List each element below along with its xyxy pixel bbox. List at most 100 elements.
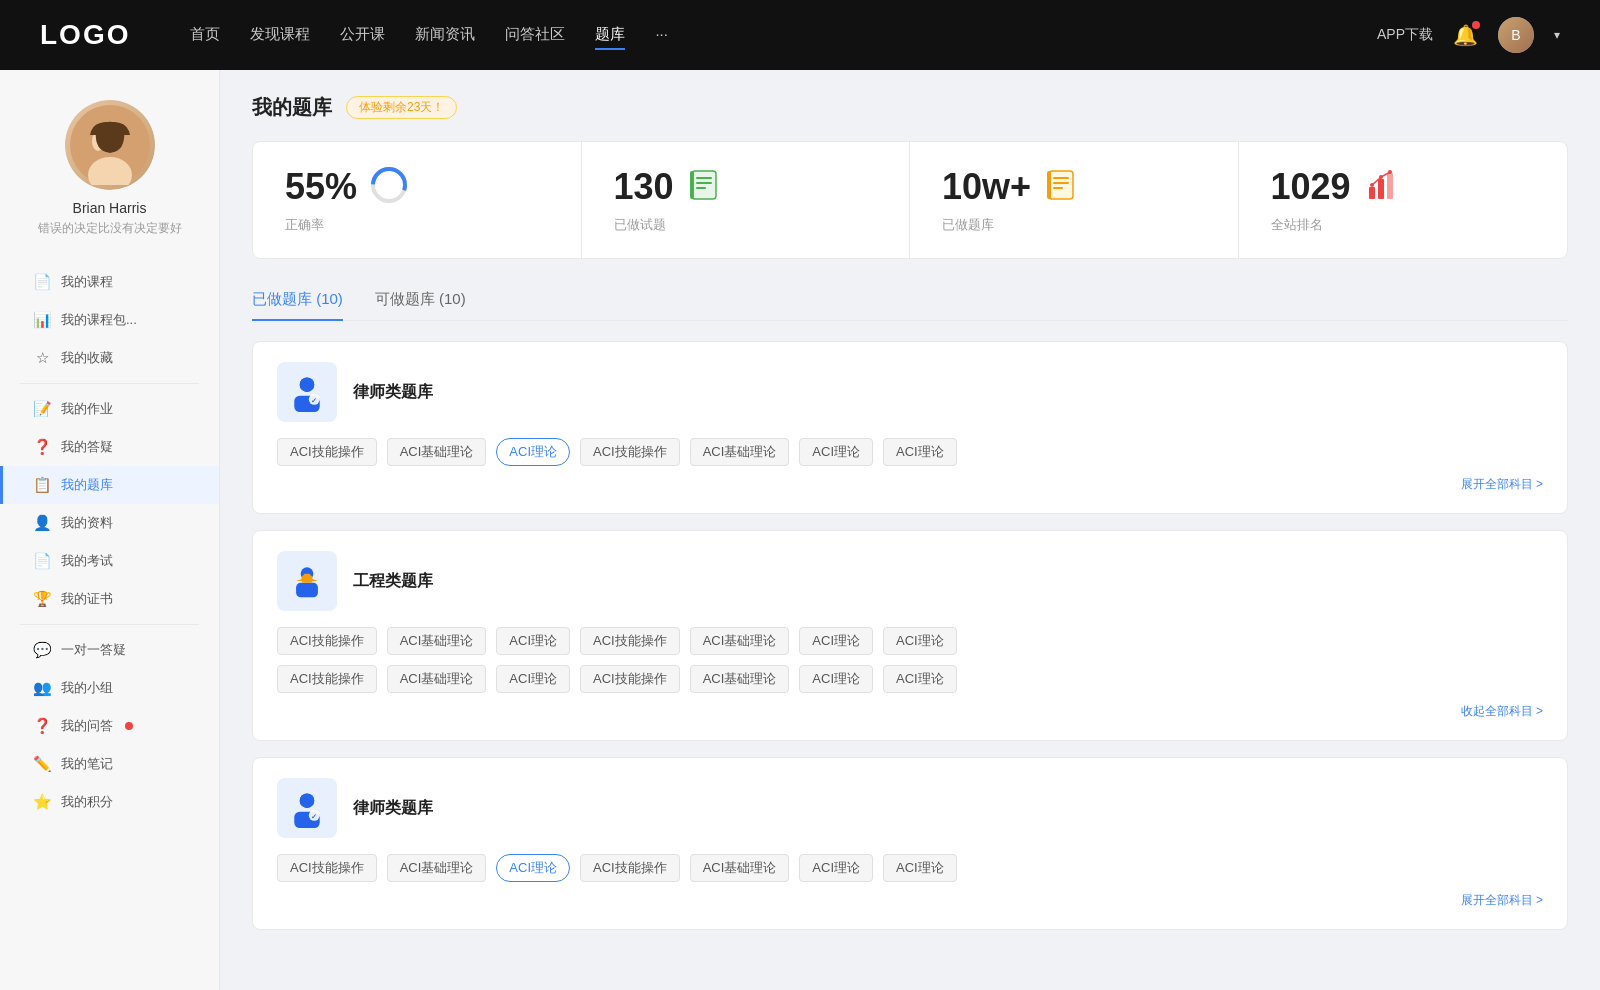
sidebar-item-my-courses[interactable]: 📄 我的课程	[0, 263, 219, 301]
svg-point-21	[1370, 183, 1374, 187]
l2-tag-6[interactable]: ACI理论	[883, 854, 957, 882]
profile-chevron-icon[interactable]: ▾	[1554, 28, 1560, 42]
certificate-icon: 🏆	[33, 590, 51, 608]
expand-lawyer-1[interactable]: 展开全部科目 >	[277, 476, 1543, 493]
nav-discover[interactable]: 发现课程	[250, 21, 310, 50]
questions-label: 已做试题	[614, 216, 878, 234]
sidebar-item-certificate[interactable]: 🏆 我的证书	[0, 580, 219, 618]
main-layout: Brian Harris 错误的决定比没有决定要好 📄 我的课程 📊 我的课程包…	[0, 0, 1600, 990]
bank-card-lawyer-1: ✓ 律师类题库 ACI技能操作 ACI基础理论 ACI理论 ACI技能操作 AC…	[252, 341, 1568, 514]
eng-tag-1[interactable]: ACI基础理论	[387, 627, 487, 655]
bank-tags-engineer: ACI技能操作 ACI基础理论 ACI理论 ACI技能操作 ACI基础理论 AC…	[277, 627, 1543, 655]
nav-qa[interactable]: 问答社区	[505, 21, 565, 50]
l2-tag-2[interactable]: ACI理论	[496, 854, 570, 882]
app-download-button[interactable]: APP下载	[1377, 26, 1433, 44]
bank-name-lawyer-2: 律师类题库	[353, 798, 433, 819]
eng-tag-3[interactable]: ACI技能操作	[580, 627, 680, 655]
svg-rect-19	[1378, 179, 1384, 199]
eng-tag-9[interactable]: ACI理论	[496, 665, 570, 693]
nav-links: 首页 发现课程 公开课 新闻资讯 问答社区 题库 ···	[190, 21, 1377, 50]
tag-4[interactable]: ACI基础理论	[690, 438, 790, 466]
sidebar-item-points[interactable]: ⭐ 我的积分	[0, 783, 219, 821]
nav-open-course[interactable]: 公开课	[340, 21, 385, 50]
eng-tag-6[interactable]: ACI理论	[883, 627, 957, 655]
l2-tag-4[interactable]: ACI基础理论	[690, 854, 790, 882]
sidebar-divider-2	[20, 624, 199, 625]
l2-tag-3[interactable]: ACI技能操作	[580, 854, 680, 882]
qa-icon: ❓	[33, 438, 51, 456]
tag-0[interactable]: ACI技能操作	[277, 438, 377, 466]
sidebar-item-exam[interactable]: 📄 我的考试	[0, 542, 219, 580]
tag-6[interactable]: ACI理论	[883, 438, 957, 466]
lawyer2-icon: ✓	[277, 778, 337, 838]
eng-tag-4[interactable]: ACI基础理论	[690, 627, 790, 655]
eng-tag-5[interactable]: ACI理论	[799, 627, 873, 655]
eng-tag-12[interactable]: ACI理论	[799, 665, 873, 693]
eng-tag-13[interactable]: ACI理论	[883, 665, 957, 693]
nav-right: APP下载 🔔 B ▾	[1377, 17, 1560, 53]
eng-tag-7[interactable]: ACI技能操作	[277, 665, 377, 693]
sidebar-item-qa[interactable]: ❓ 我的答疑	[0, 428, 219, 466]
eng-tag-8[interactable]: ACI基础理论	[387, 665, 487, 693]
stat-questions-top: 130	[614, 166, 878, 208]
rank-label: 全站排名	[1271, 216, 1536, 234]
sidebar: Brian Harris 错误的决定比没有决定要好 📄 我的课程 📊 我的课程包…	[0, 70, 220, 990]
bank-tags-lawyer-2: ACI技能操作 ACI基础理论 ACI理论 ACI技能操作 ACI基础理论 AC…	[277, 854, 1543, 882]
tab-available[interactable]: 可做题库 (10)	[375, 280, 466, 321]
svg-point-34	[300, 793, 315, 808]
eng-tag-10[interactable]: ACI技能操作	[580, 665, 680, 693]
sidebar-item-course-packages[interactable]: 📊 我的课程包...	[0, 301, 219, 339]
notification-bell[interactable]: 🔔	[1453, 23, 1478, 47]
rank-value: 1029	[1271, 166, 1351, 208]
user-avatar[interactable]: B	[1498, 17, 1534, 53]
sidebar-item-favorites[interactable]: ☆ 我的收藏	[0, 339, 219, 377]
sidebar-item-homework[interactable]: 📝 我的作业	[0, 390, 219, 428]
profile-icon: 👤	[33, 514, 51, 532]
accuracy-label: 正确率	[285, 216, 549, 234]
exam-icon: 📄	[33, 552, 51, 570]
tag-1[interactable]: ACI基础理论	[387, 438, 487, 466]
bar-chart-icon	[1365, 169, 1397, 205]
sidebar-item-groups[interactable]: 👥 我的小组	[0, 669, 219, 707]
svg-rect-15	[1053, 182, 1069, 184]
avatar	[65, 100, 155, 190]
l2-tag-0[interactable]: ACI技能操作	[277, 854, 377, 882]
navbar: LOGO 首页 发现课程 公开课 新闻资讯 问答社区 题库 ··· APP下载 …	[0, 0, 1600, 70]
my-qa-icon: ❓	[33, 717, 51, 735]
l2-tag-1[interactable]: ACI基础理论	[387, 854, 487, 882]
sidebar-item-profile[interactable]: 👤 我的资料	[0, 504, 219, 542]
nav-question-bank[interactable]: 题库	[595, 21, 625, 50]
user-motto: 错误的决定比没有决定要好	[28, 220, 192, 237]
sidebar-menu: 📄 我的课程 📊 我的课程包... ☆ 我的收藏 📝 我的作业 ❓ 我的答疑 �	[0, 263, 219, 821]
svg-rect-6	[692, 171, 716, 199]
eng-tag-2[interactable]: ACI理论	[496, 627, 570, 655]
lawyer-icon: ✓	[277, 362, 337, 422]
expand-lawyer-2[interactable]: 展开全部科目 >	[277, 892, 1543, 909]
sidebar-item-my-qa[interactable]: ❓ 我的问答	[0, 707, 219, 745]
nav-news[interactable]: 新闻资讯	[415, 21, 475, 50]
eng-tag-0[interactable]: ACI技能操作	[277, 627, 377, 655]
page-title: 我的题库	[252, 94, 332, 121]
sidebar-item-notes[interactable]: ✏️ 我的笔记	[0, 745, 219, 783]
sidebar-item-1on1-qa[interactable]: 💬 一对一答疑	[0, 631, 219, 669]
eng-tag-11[interactable]: ACI基础理论	[690, 665, 790, 693]
my-courses-icon: 📄	[33, 273, 51, 291]
main-content: 我的题库 体验剩余23天！ 55% 正确率	[220, 70, 1600, 990]
svg-text:✓: ✓	[311, 812, 317, 821]
favorites-icon: ☆	[33, 349, 51, 367]
svg-rect-30	[296, 583, 318, 598]
tab-done[interactable]: 已做题库 (10)	[252, 280, 343, 321]
l2-tag-5[interactable]: ACI理论	[799, 854, 873, 882]
bank-card-lawyer-2: ✓ 律师类题库 ACI技能操作 ACI基础理论 ACI理论 ACI技能操作 AC…	[252, 757, 1568, 930]
collapse-engineer[interactable]: 收起全部科目 >	[277, 703, 1543, 720]
question-bank-tabs: 已做题库 (10) 可做题库 (10)	[252, 279, 1568, 321]
tag-5[interactable]: ACI理论	[799, 438, 873, 466]
svg-rect-11	[690, 171, 694, 199]
nav-home[interactable]: 首页	[190, 21, 220, 50]
course-packages-icon: 📊	[33, 311, 51, 329]
tag-3[interactable]: ACI技能操作	[580, 438, 680, 466]
stat-banks-top: 10w+	[942, 166, 1206, 208]
nav-more[interactable]: ···	[655, 21, 668, 50]
tag-2[interactable]: ACI理论	[496, 438, 570, 466]
sidebar-item-question-bank[interactable]: 📋 我的题库	[0, 466, 219, 504]
